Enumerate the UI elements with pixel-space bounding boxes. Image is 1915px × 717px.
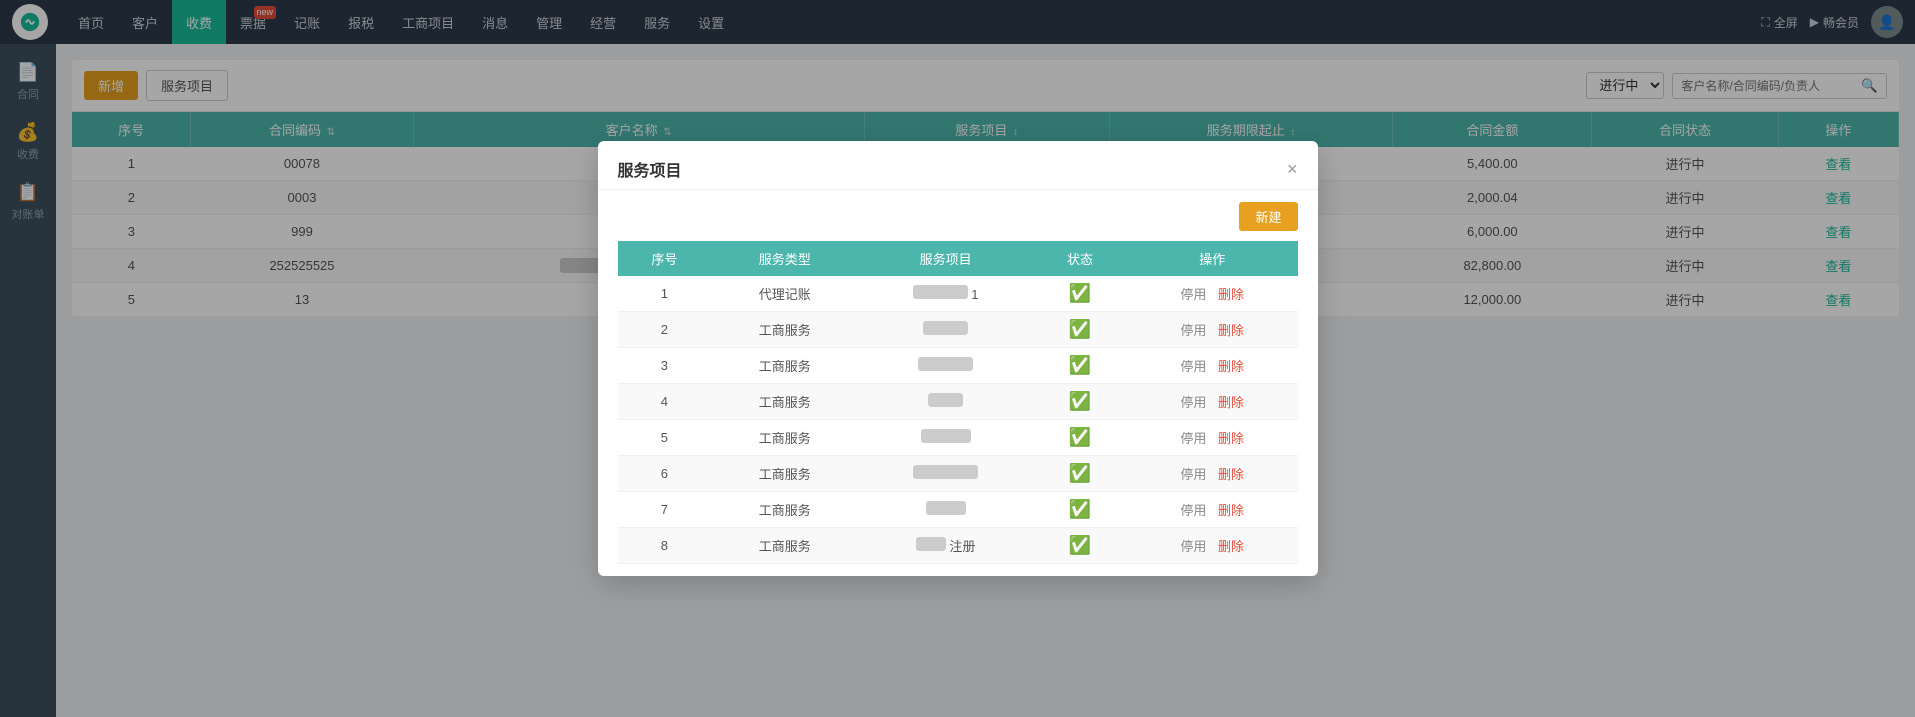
modal-table-row: 6 工商服务 ✅ 停用 删除 — [618, 456, 1298, 492]
delete-action-1[interactable]: 删除 — [1218, 287, 1244, 302]
status-active-2: ✅ — [1069, 319, 1091, 339]
stop-action-3[interactable]: 停用 — [1180, 359, 1206, 374]
modal-new-button[interactable]: 新建 — [1239, 202, 1297, 231]
modal-title: 服务项目 — [618, 157, 682, 181]
delete-action-5[interactable]: 删除 — [1218, 431, 1244, 446]
stop-action-7[interactable]: 停用 — [1180, 503, 1206, 518]
delete-action-7[interactable]: 删除 — [1218, 503, 1244, 518]
status-active-7: ✅ — [1069, 499, 1091, 519]
stop-action-5[interactable]: 停用 — [1180, 431, 1206, 446]
status-active-4: ✅ — [1069, 391, 1091, 411]
status-active-3: ✅ — [1069, 355, 1091, 375]
modal-service-table: 序号 服务类型 服务项目 状态 操作 1 代理记账 1 ✅ — [618, 241, 1298, 564]
modal-body: 新建 序号 服务类型 服务项目 状态 操作 — [598, 190, 1318, 576]
modal-overlay[interactable]: 服务项目 × 新建 序号 服务类型 服务项目 状态 操作 — [0, 0, 1915, 717]
modal-table-row: 2 工商服务 ✅ 停用 删除 — [618, 312, 1298, 348]
modal-col-item: 服务项目 — [858, 241, 1033, 276]
modal-table-row: 3 工商服务 ✅ 停用 删除 — [618, 348, 1298, 384]
modal-toolbar: 新建 — [618, 202, 1298, 231]
modal-close-button[interactable]: × — [1287, 160, 1298, 178]
modal-col-action: 操作 — [1127, 241, 1298, 276]
status-active-8: ✅ — [1069, 535, 1091, 555]
stop-action-8[interactable]: 停用 — [1180, 539, 1206, 554]
stop-action-6[interactable]: 停用 — [1180, 467, 1206, 482]
modal-col-seq: 序号 — [618, 241, 712, 276]
status-active-5: ✅ — [1069, 427, 1091, 447]
stop-action-2[interactable]: 停用 — [1180, 323, 1206, 338]
status-active-1: ✅ — [1069, 283, 1091, 303]
delete-action-8[interactable]: 删除 — [1218, 539, 1244, 554]
modal-table-wrapper: 序号 服务类型 服务项目 状态 操作 1 代理记账 1 ✅ — [618, 241, 1298, 564]
stop-action-1[interactable]: 停用 — [1180, 287, 1206, 302]
stop-action-4[interactable]: 停用 — [1180, 395, 1206, 410]
delete-action-3[interactable]: 删除 — [1218, 359, 1244, 374]
delete-action-6[interactable]: 删除 — [1218, 467, 1244, 482]
delete-action-2[interactable]: 删除 — [1218, 323, 1244, 338]
modal-col-status: 状态 — [1033, 241, 1127, 276]
modal-table-row: 5 工商服务 ✅ 停用 删除 — [618, 420, 1298, 456]
delete-action-4[interactable]: 删除 — [1218, 395, 1244, 410]
modal-table-row: 7 工商服务 ✅ 停用 删除 — [618, 492, 1298, 528]
modal-table-row: 1 代理记账 1 ✅ 停用 删除 — [618, 276, 1298, 312]
service-items-modal: 服务项目 × 新建 序号 服务类型 服务项目 状态 操作 — [598, 141, 1318, 576]
modal-table-row: 8 工商服务 注册 ✅ 停用 删除 — [618, 528, 1298, 564]
modal-table-header: 序号 服务类型 服务项目 状态 操作 — [618, 241, 1298, 276]
status-active-6: ✅ — [1069, 463, 1091, 483]
modal-table-row: 4 工商服务 ✅ 停用 删除 — [618, 384, 1298, 420]
modal-col-type: 服务类型 — [711, 241, 858, 276]
modal-header: 服务项目 × — [598, 141, 1318, 190]
